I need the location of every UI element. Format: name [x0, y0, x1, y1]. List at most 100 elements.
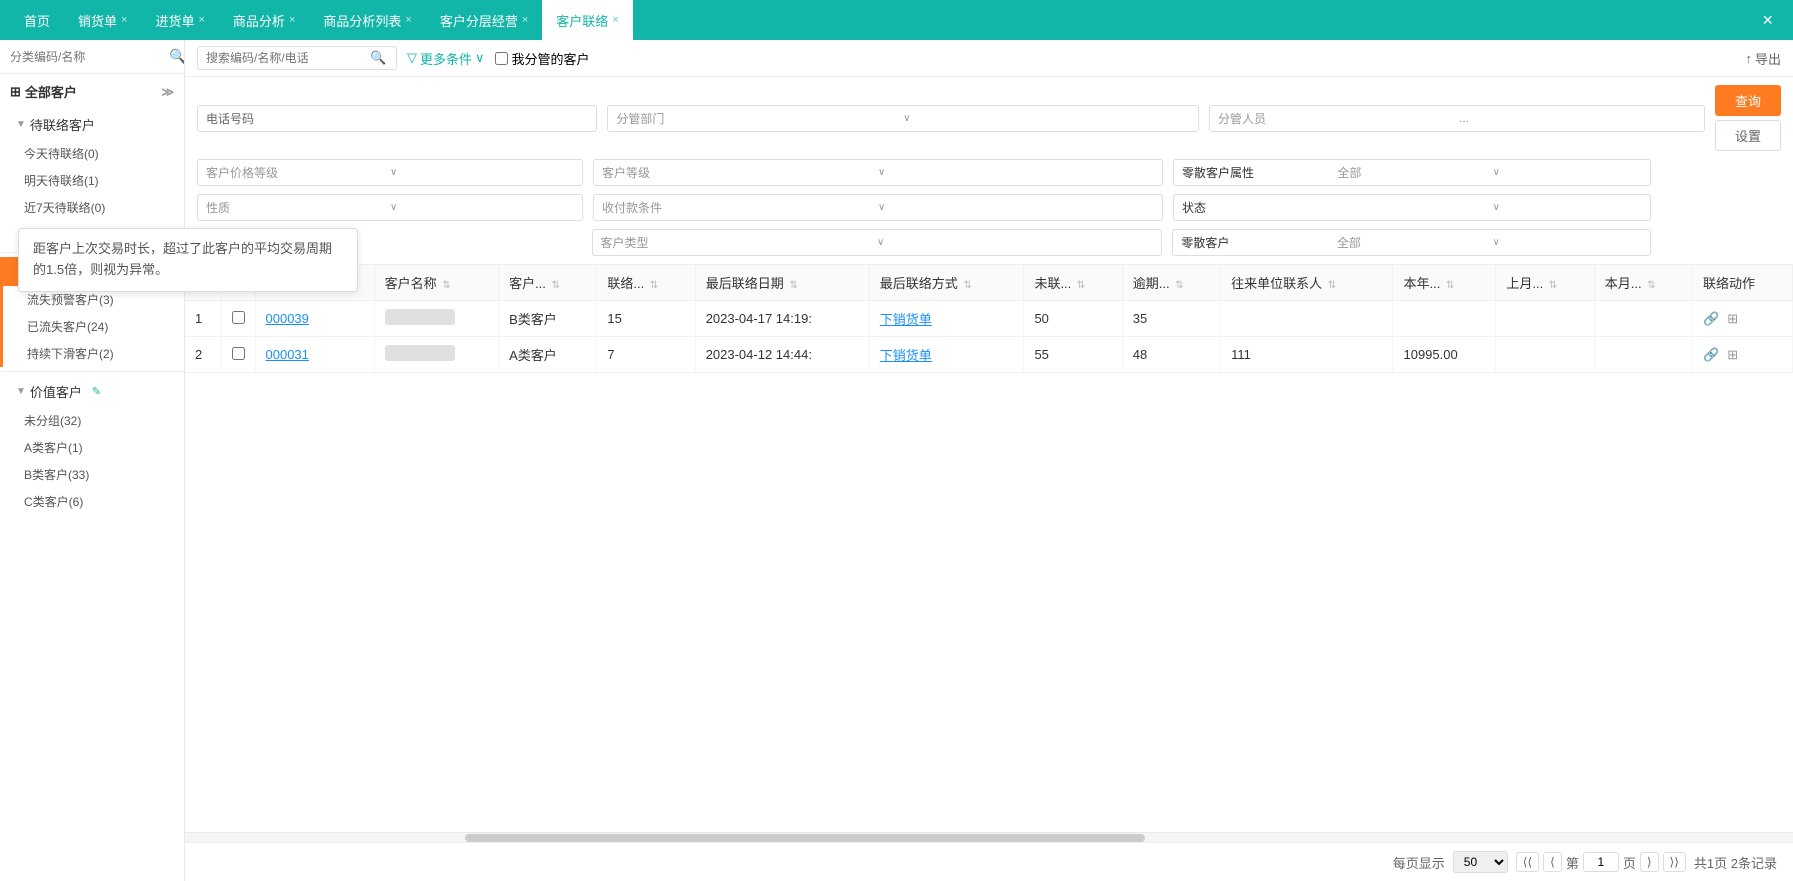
search-input[interactable]: [206, 51, 366, 65]
sidebar-item-today[interactable]: 今天待联络(0): [0, 140, 184, 167]
sidebar-group-header-pending[interactable]: ▼ 待联络客户: [0, 109, 184, 140]
row1-overdue: 35: [1122, 301, 1220, 337]
col-last-contact-date-header[interactable]: 最后联络日期 ⇅: [695, 265, 869, 301]
last-page-button[interactable]: ⟩⟩: [1663, 852, 1686, 872]
sidebar-all-customers[interactable]: ⊞ 全部客户 ≫: [0, 74, 184, 109]
sidebar-value-customer-header[interactable]: ▼ 价值客户 ✎: [0, 376, 184, 407]
sort-this-month-icon: ⇅: [1647, 280, 1655, 291]
query-button[interactable]: 查询: [1715, 85, 1781, 116]
level-chevron-icon: ∨: [878, 167, 1154, 178]
edit-icon[interactable]: ✎: [92, 385, 101, 398]
pay-terms-select[interactable]: 收付款条件 ∨: [593, 194, 1163, 221]
export-icon: ↑: [1745, 51, 1752, 66]
sidebar-search-input[interactable]: [10, 50, 165, 64]
my-customers-checkbox[interactable]: [495, 52, 508, 65]
retail-attr-select[interactable]: 零散客户属性 全部 ∨: [1173, 159, 1651, 186]
close-sales-order-icon[interactable]: ×: [121, 14, 127, 26]
page-unit: 页: [1623, 853, 1636, 872]
col-history-contacts-header[interactable]: 往来单位联系人 ⇅: [1221, 265, 1393, 301]
close-purchase-icon[interactable]: ×: [198, 14, 204, 26]
col-this-year-header[interactable]: 本年... ⇅: [1393, 265, 1496, 301]
close-product-analysis-icon[interactable]: ×: [289, 14, 295, 26]
row2-grid-icon[interactable]: ⊞: [1727, 347, 1738, 363]
person-select[interactable]: 分管人员 ...: [1209, 105, 1705, 132]
row1-code[interactable]: 000039: [255, 301, 374, 337]
more-conditions-button[interactable]: ▽ 更多条件 ∨: [407, 49, 485, 68]
nav-product-analysis[interactable]: 商品分析 ×: [219, 0, 309, 40]
col-type-header[interactable]: 客户... ⇅: [499, 265, 597, 301]
tooltip-box: 距客户上次交易时长，超过了此客户的平均交易周期的1.5倍，则视为异常。: [185, 228, 358, 292]
row2-last-method[interactable]: 下销货单: [869, 337, 1024, 373]
customer-level-select[interactable]: 客户等级 ∨: [593, 159, 1163, 186]
row1-link-icon[interactable]: 🔗: [1703, 311, 1719, 327]
gender-select[interactable]: 性质 ∨: [197, 194, 583, 221]
dept-select[interactable]: 分管部门 ∨: [607, 105, 1199, 132]
sort-overdue-icon: ⇅: [1175, 280, 1183, 291]
per-page-select[interactable]: 50 100 200: [1453, 851, 1508, 873]
retail-customer-select[interactable]: 零散客户 全部 ∨: [1172, 229, 1651, 256]
sidebar-search-icon[interactable]: 🔍: [169, 48, 185, 65]
col-not-contacted-header[interactable]: 未联... ⇅: [1024, 265, 1122, 301]
nav-product-analysis-list[interactable]: 商品分析列表 ×: [309, 0, 425, 40]
phone-field[interactable]: 电话号码: [197, 105, 597, 132]
filter-row-3: 性质 ∨ 收付款条件 ∨ 状态 ∨: [197, 194, 1781, 221]
customer-type-select[interactable]: 客户类型 ∨: [592, 229, 1163, 256]
row1-this-year: [1393, 301, 1496, 337]
dept-chevron-icon: ∨: [903, 113, 1190, 124]
first-page-button[interactable]: ⟨⟨: [1516, 852, 1539, 872]
row2-type: A类客户: [499, 337, 597, 373]
nav-home[interactable]: 首页: [10, 0, 64, 40]
row1-no: 1: [185, 301, 221, 337]
row2-overdue: 48: [1122, 337, 1220, 373]
close-all-button[interactable]: ×: [1752, 10, 1783, 31]
row2-contact-count: 7: [597, 337, 695, 373]
sidebar-item-lost[interactable]: 已流失客户(24): [0, 313, 184, 340]
row1-last-method[interactable]: 下销货单: [869, 301, 1024, 337]
row1-action-icons: 🔗 ⊞: [1703, 311, 1782, 327]
row2-history: 111: [1221, 337, 1393, 373]
row2-checkbox[interactable]: [232, 347, 245, 360]
row1-checkbox[interactable]: [232, 311, 245, 324]
row1-grid-icon[interactable]: ⊞: [1727, 311, 1738, 327]
retail-customer-value: 全部: [1337, 234, 1487, 251]
sidebar-item-a-class[interactable]: A类客户(1): [0, 434, 184, 461]
row2-code[interactable]: 000031: [255, 337, 374, 373]
nav-customer-segmentation[interactable]: 客户分层经营 ×: [426, 0, 542, 40]
close-contact-icon[interactable]: ×: [612, 14, 618, 26]
sidebar-item-b-class[interactable]: B类客户(33): [0, 461, 184, 488]
sidebar-item-declining[interactable]: 持续下滑客户(2): [0, 340, 184, 367]
col-overdue-header[interactable]: 逾期... ⇅: [1122, 265, 1220, 301]
page-input[interactable]: [1583, 852, 1619, 872]
col-last-month-header[interactable]: 上月... ⇅: [1496, 265, 1594, 301]
close-product-list-icon[interactable]: ×: [405, 14, 411, 26]
sidebar-item-7days[interactable]: 近7天待联络(0): [0, 194, 184, 221]
status-select[interactable]: 状态 ∨: [1173, 194, 1651, 221]
sort-method-icon: ⇅: [963, 280, 971, 291]
my-customers-checkbox-area[interactable]: 我分管的客户: [495, 49, 590, 68]
next-page-button[interactable]: ⟩: [1640, 852, 1659, 872]
sidebar-item-c-class[interactable]: C类客户(6): [0, 488, 184, 515]
horizontal-scrollbar-thumb[interactable]: [465, 834, 1145, 842]
row2-action-icons: 🔗 ⊞: [1703, 347, 1782, 363]
row2-link-icon[interactable]: 🔗: [1703, 347, 1719, 363]
search-icon[interactable]: 🔍: [370, 50, 386, 66]
sidebar-collapse-icon[interactable]: ≫: [161, 85, 174, 99]
col-this-month-header[interactable]: 本月... ⇅: [1594, 265, 1692, 301]
sidebar-item-ungroup[interactable]: 未分组(32): [0, 407, 184, 434]
close-segmentation-icon[interactable]: ×: [522, 14, 528, 26]
price-level-select[interactable]: 客户价格等级 ∨: [197, 159, 583, 186]
nav-customer-contact[interactable]: 客户联络 ×: [542, 0, 632, 40]
export-button[interactable]: ↑ 导出: [1745, 49, 1781, 68]
price-chevron-icon: ∨: [390, 167, 574, 178]
col-last-contact-method-header[interactable]: 最后联络方式 ⇅: [869, 265, 1024, 301]
phone-input[interactable]: [260, 111, 588, 125]
horizontal-scrollbar-track[interactable]: [185, 832, 1793, 842]
sidebar-item-tomorrow[interactable]: 明天待联络(1): [0, 167, 184, 194]
nav-purchase-order[interactable]: 进货单 ×: [141, 0, 218, 40]
col-name-header[interactable]: 客户名称 ⇅: [374, 265, 499, 301]
settings-button[interactable]: 设置: [1715, 120, 1781, 151]
nav-sales-order[interactable]: 销货单 ×: [64, 0, 141, 40]
col-contact-count-header[interactable]: 联络... ⇅: [597, 265, 695, 301]
prev-page-button[interactable]: ⟨: [1543, 852, 1562, 872]
row2-no: 2: [185, 337, 221, 373]
